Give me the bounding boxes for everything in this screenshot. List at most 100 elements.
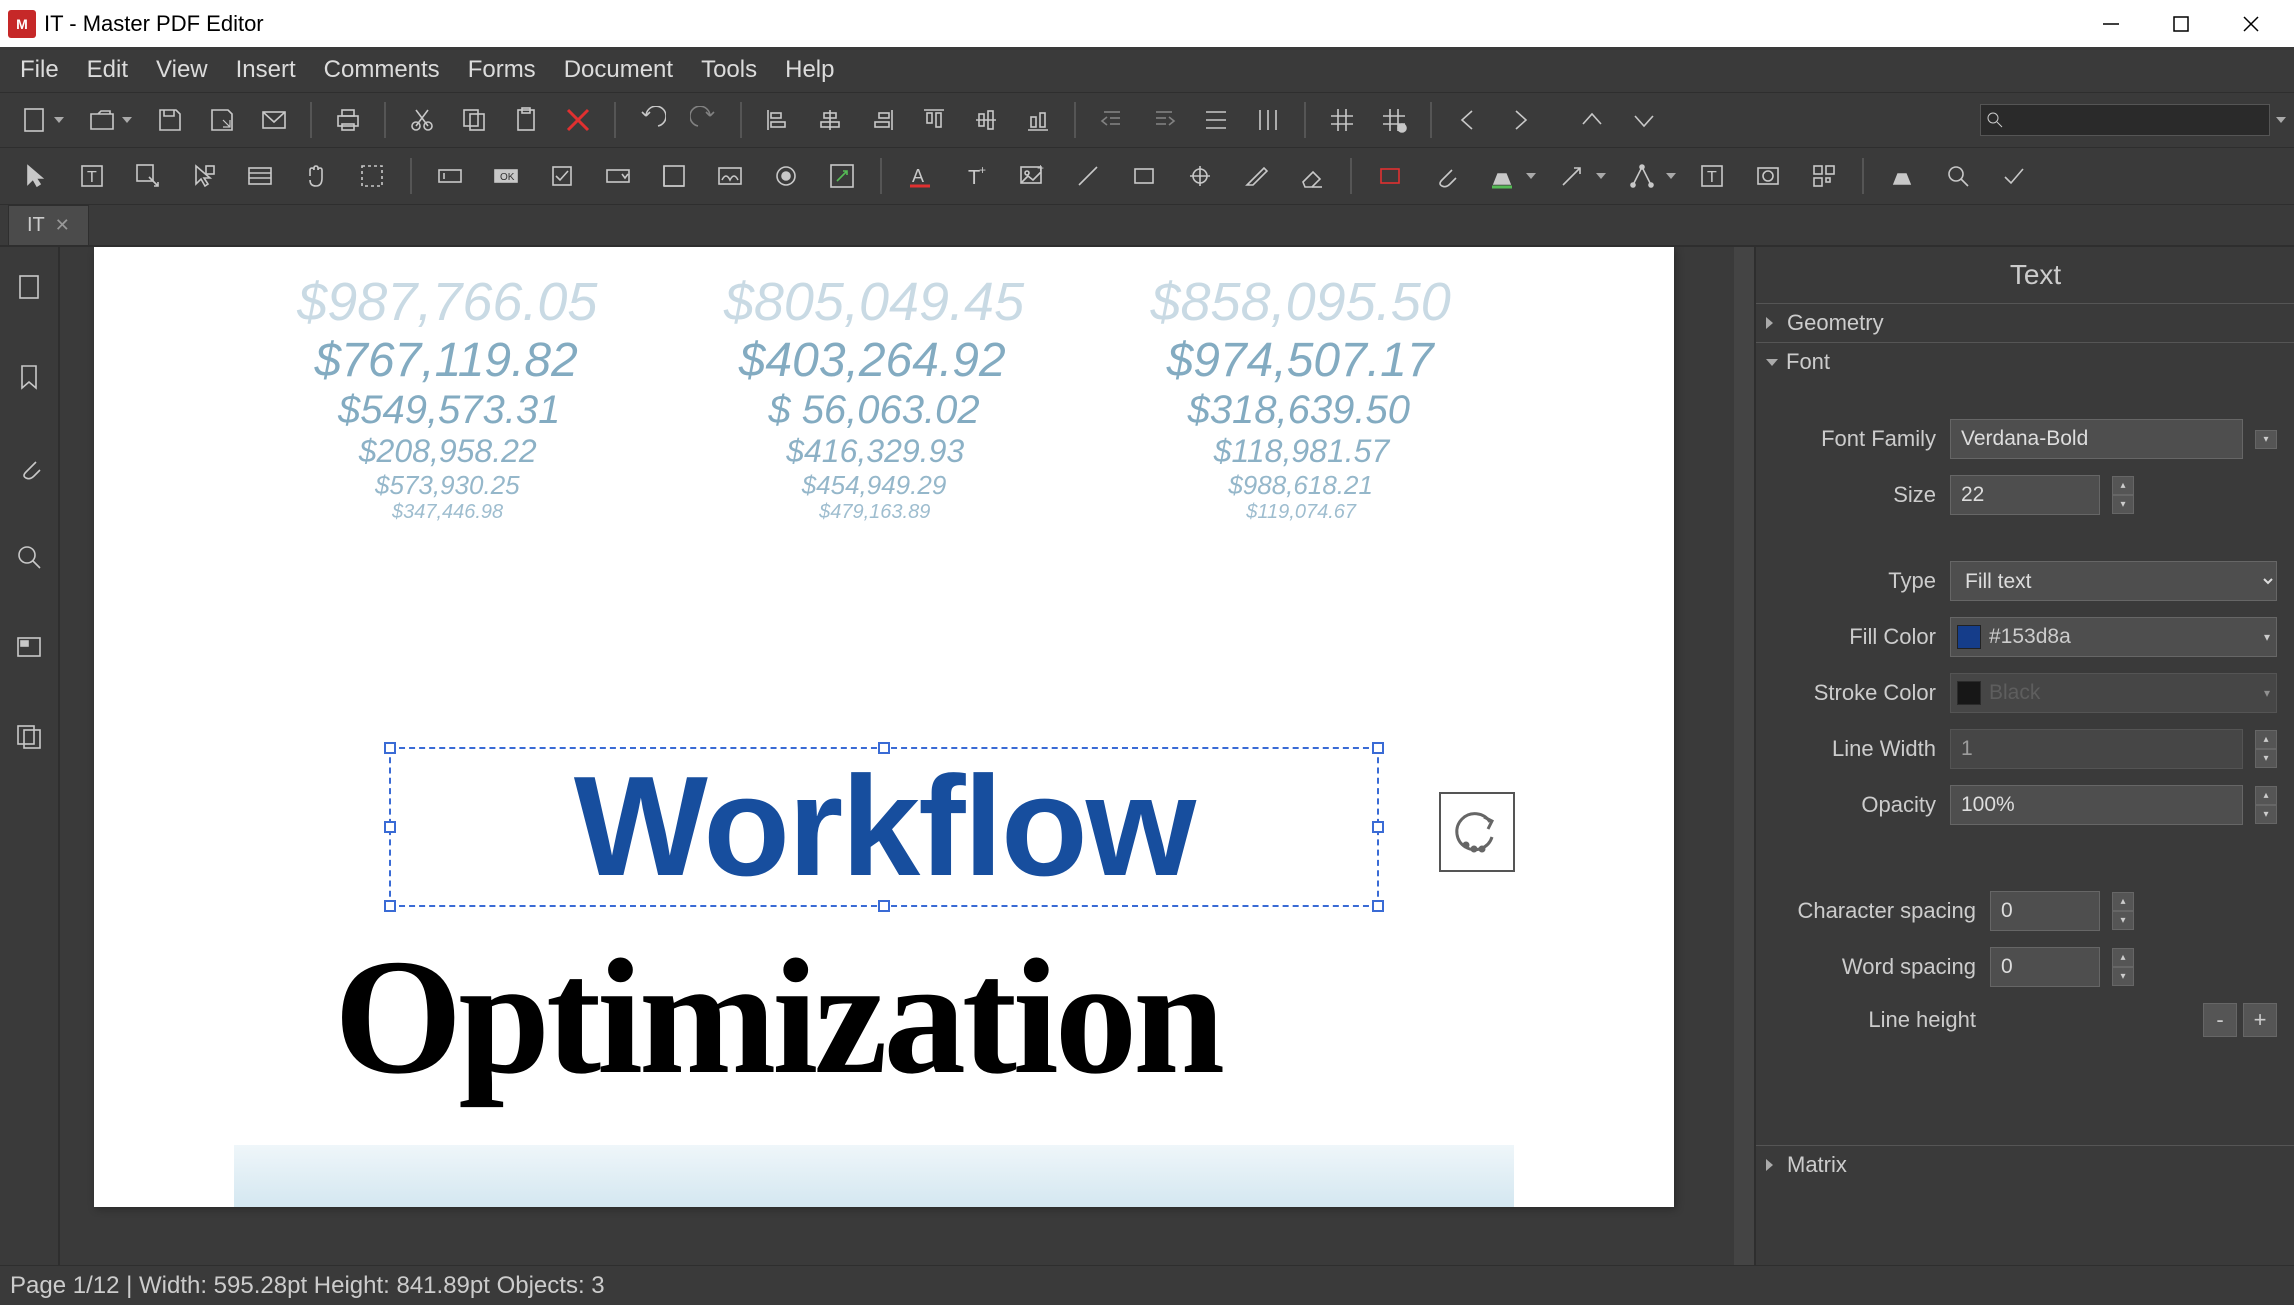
section-geometry[interactable]: Geometry bbox=[1756, 304, 2294, 342]
menu-file[interactable]: File bbox=[6, 48, 73, 92]
word-spacing-input[interactable] bbox=[1990, 947, 2100, 987]
cut-button[interactable] bbox=[398, 96, 446, 144]
edit-text-tool[interactable]: T bbox=[68, 152, 116, 200]
scroll-up-button[interactable] bbox=[1568, 96, 1616, 144]
font-family-dropdown-icon[interactable]: ▾ bbox=[2255, 430, 2277, 449]
char-spacing-input[interactable] bbox=[1990, 891, 2100, 931]
edit-forms-tool[interactable] bbox=[180, 152, 228, 200]
delete-button[interactable] bbox=[554, 96, 602, 144]
line-tool[interactable] bbox=[1064, 152, 1112, 200]
form-field-tool[interactable] bbox=[236, 152, 284, 200]
thumbnails-panel-button[interactable] bbox=[9, 627, 49, 667]
radio-tool[interactable] bbox=[762, 152, 810, 200]
window-minimize-button[interactable] bbox=[2076, 0, 2146, 47]
resize-handle[interactable] bbox=[1372, 821, 1384, 833]
resize-handle[interactable] bbox=[384, 900, 396, 912]
opacity-input[interactable] bbox=[1950, 785, 2243, 825]
search-input[interactable] bbox=[1980, 104, 2270, 136]
selected-text-box[interactable]: Workflow bbox=[389, 747, 1379, 907]
menu-document[interactable]: Document bbox=[550, 48, 687, 92]
distribute-v-button[interactable] bbox=[1244, 96, 1292, 144]
tab-close-icon[interactable]: ✕ bbox=[55, 215, 70, 236]
text-box-tool[interactable]: T bbox=[1688, 152, 1736, 200]
layers-panel-button[interactable] bbox=[9, 717, 49, 757]
redact-tool[interactable] bbox=[1878, 152, 1926, 200]
search-panel-button[interactable] bbox=[9, 537, 49, 577]
align-center-h-button[interactable] bbox=[806, 96, 854, 144]
save-button[interactable] bbox=[146, 96, 194, 144]
button-tool[interactable]: OK bbox=[482, 152, 530, 200]
resize-handle[interactable] bbox=[384, 742, 396, 754]
align-left-button[interactable] bbox=[754, 96, 802, 144]
attachments-panel-button[interactable] bbox=[9, 447, 49, 487]
paste-button[interactable] bbox=[502, 96, 550, 144]
signature-tool[interactable] bbox=[706, 152, 754, 200]
char-spacing-spinner[interactable]: ▴▾ bbox=[2112, 892, 2134, 930]
bookmarks-panel-button[interactable] bbox=[9, 357, 49, 397]
scroll-down-button[interactable] bbox=[1620, 96, 1668, 144]
select-area-tool[interactable] bbox=[348, 152, 396, 200]
checkbox-tool[interactable] bbox=[538, 152, 586, 200]
link-tool[interactable] bbox=[818, 152, 866, 200]
search-redact-tool[interactable] bbox=[1934, 152, 1982, 200]
line-width-spinner[interactable]: ▴▾ bbox=[2255, 730, 2277, 768]
menu-comments[interactable]: Comments bbox=[310, 48, 454, 92]
snap-grid-button[interactable] bbox=[1370, 96, 1418, 144]
subtitle-text[interactable]: Optimization bbox=[334, 922, 1221, 1112]
size-input[interactable] bbox=[1950, 475, 2100, 515]
font-family-input[interactable] bbox=[1950, 419, 2243, 459]
shape-tool[interactable] bbox=[1618, 152, 1666, 200]
note-rect-tool[interactable] bbox=[1366, 152, 1414, 200]
section-font[interactable]: Font bbox=[1756, 343, 2294, 381]
stamp-tool[interactable] bbox=[1744, 152, 1792, 200]
highlight-text-tool[interactable]: A bbox=[896, 152, 944, 200]
insert-text-tool[interactable]: T+ bbox=[952, 152, 1000, 200]
menu-edit[interactable]: Edit bbox=[73, 48, 142, 92]
insert-image-tool[interactable]: + bbox=[1008, 152, 1056, 200]
resize-handle[interactable] bbox=[1372, 742, 1384, 754]
document-tab[interactable]: IT ✕ bbox=[8, 205, 89, 245]
window-close-button[interactable] bbox=[2216, 0, 2286, 47]
align-right-button[interactable] bbox=[858, 96, 906, 144]
ellipse-tool[interactable] bbox=[1176, 152, 1224, 200]
email-button[interactable] bbox=[250, 96, 298, 144]
listbox-tool[interactable] bbox=[650, 152, 698, 200]
menu-forms[interactable]: Forms bbox=[454, 48, 550, 92]
align-top-button[interactable] bbox=[910, 96, 958, 144]
grid-button[interactable] bbox=[1318, 96, 1366, 144]
menu-tools[interactable]: Tools bbox=[687, 48, 771, 92]
resize-handle[interactable] bbox=[878, 900, 890, 912]
undo-button[interactable] bbox=[628, 96, 676, 144]
highlight-tool[interactable] bbox=[1478, 152, 1526, 200]
search-dropdown-icon[interactable] bbox=[2276, 117, 2286, 123]
menu-insert[interactable]: Insert bbox=[222, 48, 310, 92]
section-matrix[interactable]: Matrix bbox=[1756, 1146, 2294, 1184]
word-spacing-spinner[interactable]: ▴▾ bbox=[2112, 948, 2134, 986]
combobox-tool[interactable] bbox=[594, 152, 642, 200]
opacity-spinner[interactable]: ▴▾ bbox=[2255, 786, 2277, 824]
fill-color-picker[interactable]: #153d8a ▾ bbox=[1950, 617, 2277, 657]
next-page-button[interactable] bbox=[1496, 96, 1544, 144]
copy-button[interactable] bbox=[450, 96, 498, 144]
menu-view[interactable]: View bbox=[142, 48, 222, 92]
qr-tool[interactable] bbox=[1800, 152, 1848, 200]
canvas-scrollbar[interactable] bbox=[1734, 247, 1754, 1265]
align-center-v-button[interactable] bbox=[962, 96, 1010, 144]
text-field-tool[interactable] bbox=[426, 152, 474, 200]
menu-help[interactable]: Help bbox=[771, 48, 848, 92]
resize-handle[interactable] bbox=[878, 742, 890, 754]
prev-page-button[interactable] bbox=[1444, 96, 1492, 144]
resize-handle[interactable] bbox=[384, 821, 396, 833]
arrow-tool[interactable] bbox=[1548, 152, 1596, 200]
rotate-handle[interactable] bbox=[1439, 792, 1515, 872]
indent-left-button[interactable] bbox=[1088, 96, 1136, 144]
attachment-tool[interactable] bbox=[1422, 152, 1470, 200]
select-tool[interactable] bbox=[12, 152, 60, 200]
hand-tool[interactable] bbox=[292, 152, 340, 200]
canvas-area[interactable]: $987,766.05$805,049.45$858,095.50 $767,1… bbox=[60, 247, 1754, 1265]
eraser-tool[interactable] bbox=[1288, 152, 1336, 200]
save-as-button[interactable] bbox=[198, 96, 246, 144]
line-width-input[interactable] bbox=[1950, 729, 2243, 769]
stroke-color-picker[interactable]: Black ▾ bbox=[1950, 673, 2277, 713]
new-document-button[interactable] bbox=[10, 96, 58, 144]
